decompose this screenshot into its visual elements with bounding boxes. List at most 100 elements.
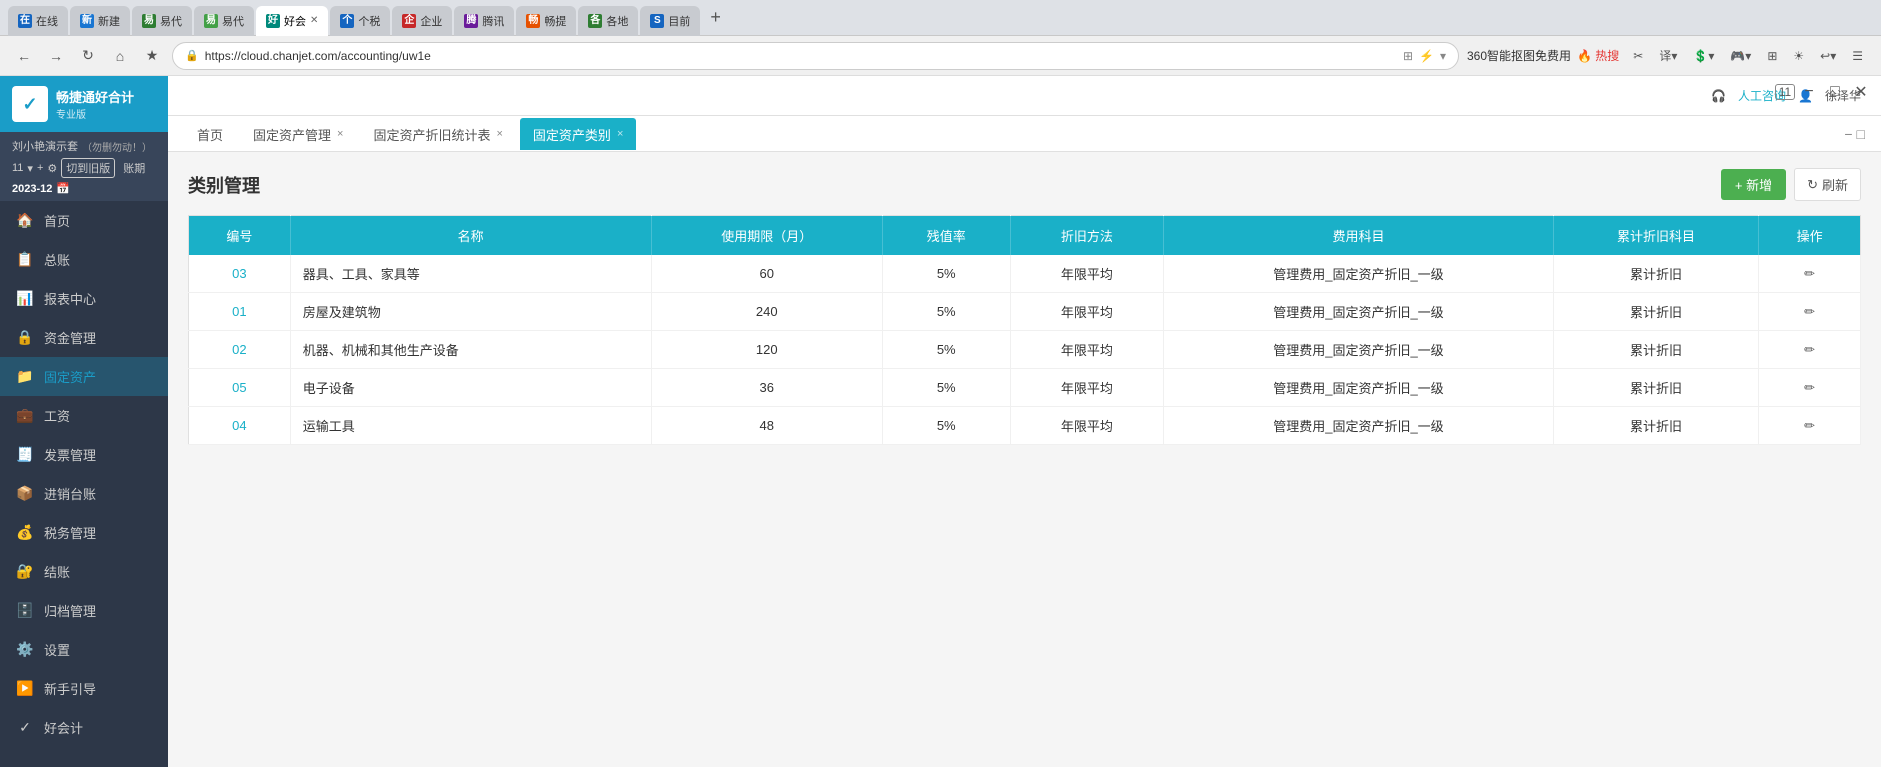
app-tab-asset-mgmt[interactable]: 固定资产管理 × [240,118,356,150]
sidebar-label-payroll: 工资 [44,406,70,425]
tab-label-t3: 易代 [160,13,182,29]
calendar-icon[interactable]: 📅 [56,182,70,195]
home-btn[interactable]: ⌂ [108,44,132,68]
wallet-btn[interactable]: 💲▾ [1687,47,1720,65]
row-0-method: 年限平均 [1010,255,1164,293]
close-btn[interactable]: ✕ [1849,80,1873,104]
add-button[interactable]: + 新增 [1721,169,1786,200]
reload-btn[interactable]: ↻ [76,44,100,68]
sidebar-item-archive[interactable]: 🗄️ 归档管理 [0,591,168,630]
browser-tab-t2[interactable]: 新 新建 [70,6,130,36]
sidebar-item-inventory[interactable]: 📦 进销台账 [0,474,168,513]
dropdown-arrow[interactable]: ▾ [27,162,33,175]
back-btn[interactable]: ← [12,44,36,68]
page-title-bar: 类别管理 + 新增 ↻ 刷新 [188,168,1861,201]
scissors-btn[interactable]: ✂ [1627,47,1649,65]
period-label: 账期 [123,160,145,176]
sidebar-item-settings[interactable]: ⚙️ 设置 [0,630,168,669]
tab-close-t5[interactable]: ✕ [310,15,318,26]
forward-btn[interactable]: → [44,44,68,68]
bookmark-btn[interactable]: ★ [140,44,164,68]
browser-tab-t6[interactable]: 个 个税 [330,6,390,36]
sidebar-item-ledger[interactable]: 📋 总账 [0,240,168,279]
row-1-depreciation-account: 累计折旧 [1553,293,1758,331]
row-4-action[interactable]: ✏ [1759,407,1861,445]
browser-tab-t11[interactable]: S 目前 [640,6,700,36]
sidebar-item-close[interactable]: 🔐 结账 [0,552,168,591]
app-tab-depreciation[interactable]: 固定资产折旧统计表 × [360,118,515,150]
app-tab-close-depreciation[interactable]: × [496,128,502,140]
user-info-bar: 刘小艳演示套 （勿删勿动！） 11 ▾ + ⚙ 切到旧版 账期 2023-12 … [0,132,168,201]
switch-btn[interactable]: 切到旧版 [61,158,115,178]
app-tab-close-asset-mgmt[interactable]: × [337,128,343,140]
add-icon[interactable]: + [37,162,43,174]
theme-btn[interactable]: ☀ [1787,47,1810,65]
app-tab-label-asset-category: 固定资产类别 [533,125,611,144]
tab-count-btn[interactable]: 11 [1775,84,1795,100]
app-tab-close-asset-category[interactable]: × [617,128,623,140]
maximize-btn[interactable]: □ [1823,80,1847,104]
table-header-6: 累计折旧科目 [1553,216,1758,256]
row-1-action[interactable]: ✏ [1759,293,1861,331]
new-tab-btn[interactable]: + [706,7,725,28]
sidebar-title-block: 畅捷通好合计 专业版 [56,87,134,121]
tab-label-t11: 目前 [668,13,690,29]
sidebar-item-assets[interactable]: 📁 固定资产 [0,357,168,396]
browser-tab-t10[interactable]: 各 各地 [578,6,638,36]
address-box[interactable]: 🔒 https://cloud.chanjet.com/accounting/u… [172,42,1459,70]
row-4-residual: 5% [882,407,1010,445]
edit-btn-2[interactable]: ✏ [1804,342,1815,357]
browser-tab-t4[interactable]: 易 易代 [194,6,254,36]
sidebar-item-guide[interactable]: ▶️ 新手引导 [0,669,168,708]
sidebar-label-more: 好会计 [44,718,83,737]
sidebar-item-funds[interactable]: 🔒 资金管理 [0,318,168,357]
edit-btn-0[interactable]: ✏ [1804,266,1815,281]
edit-btn-4[interactable]: ✏ [1804,418,1815,433]
undo-btn[interactable]: ↩▾ [1814,47,1842,65]
site-info-icon: ⊞ [1403,49,1413,63]
edit-btn-1[interactable]: ✏ [1804,304,1815,319]
sidebar-item-payroll[interactable]: 💼 工资 [0,396,168,435]
refresh-button[interactable]: ↻ 刷新 [1794,168,1861,201]
sidebar-item-more[interactable]: ✓ 好会计 [0,708,168,747]
app-tab-asset-category[interactable]: 固定资产类别 × [520,118,636,150]
browser-tab-t9[interactable]: 畅 畅提 [516,6,576,36]
user-name: 刘小艳演示套 [12,138,78,154]
row-4-method: 年限平均 [1010,407,1164,445]
data-table: 编号名称使用期限（月）残值率折旧方法费用科目累计折旧科目操作 03器具、工具、家… [188,215,1861,445]
search-section: 360智能抠图免费用 🔥 热搜 [1467,47,1619,64]
translate-btn[interactable]: 译▾ [1653,45,1683,66]
sidebar-item-tax[interactable]: 💰 税务管理 [0,513,168,552]
table-row: 01房屋及建筑物2405%年限平均管理费用_固定资产折旧_一级累计折旧✏ [189,293,1861,331]
sidebar-icon-settings: ⚙️ [16,641,34,658]
sidebar-label-ledger: 总账 [44,250,70,269]
row-0-action[interactable]: ✏ [1759,255,1861,293]
sidebar-item-reports[interactable]: 📊 报表中心 [0,279,168,318]
sidebar-label-home: 首页 [44,211,70,230]
refresh-icon: ↻ [1807,177,1818,193]
sidebar-item-invoice[interactable]: 🧾 发票管理 [0,435,168,474]
edit-btn-3[interactable]: ✏ [1804,380,1815,395]
minimize-btn[interactable]: − [1797,80,1821,104]
app-tab-label-asset-mgmt: 固定资产管理 [253,125,331,144]
menu-btn[interactable]: ☰ [1846,47,1869,65]
sidebar-label-assets: 固定资产 [44,367,96,386]
tab-minimize-icon[interactable]: − [1844,126,1852,142]
browser-tab-t1[interactable]: 在 在线 [8,6,68,36]
game-btn[interactable]: 🎮▾ [1724,47,1757,65]
browser-tab-t3[interactable]: 易 易代 [132,6,192,36]
sidebar-item-home[interactable]: 🏠 首页 [0,201,168,240]
browser-tab-t8[interactable]: 腾 腾讯 [454,6,514,36]
row-4-depreciation-account: 累计折旧 [1553,407,1758,445]
app-tab-home[interactable]: 首页 [184,118,236,150]
tab-maximize-icon[interactable]: □ [1857,126,1865,142]
table-body: 03器具、工具、家具等605%年限平均管理费用_固定资产折旧_一级累计折旧✏01… [189,255,1861,445]
sidebar-icon-more: ✓ [16,719,34,736]
row-3-action[interactable]: ✏ [1759,369,1861,407]
settings-cog[interactable]: ⚙ [47,162,57,175]
browser-tab-t7[interactable]: 企 企业 [392,6,452,36]
lightning-icon: ⚡ [1419,49,1434,63]
browser-tab-t5[interactable]: 好 好会 ✕ [256,6,328,36]
row-2-action[interactable]: ✏ [1759,331,1861,369]
grid-btn[interactable]: ⊞ [1761,47,1783,65]
